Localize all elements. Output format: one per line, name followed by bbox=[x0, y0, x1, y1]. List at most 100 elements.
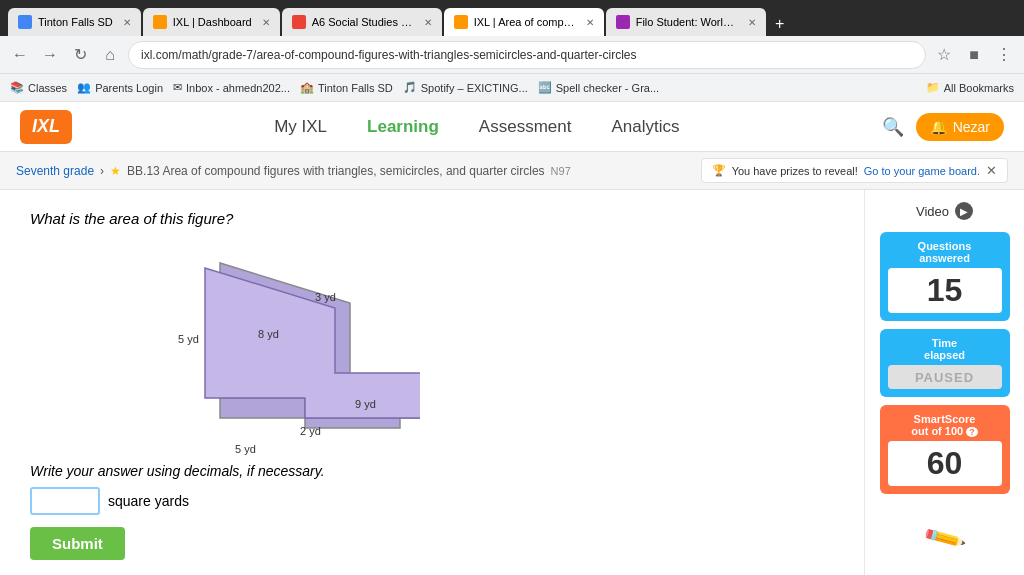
video-play-button[interactable]: ▶ bbox=[955, 202, 973, 220]
smartscore-widget: SmartScoreout of 100 ? 60 bbox=[880, 405, 1010, 494]
dim-2yd-bottom: 2 yd bbox=[300, 425, 321, 437]
tab-favicon-ixl bbox=[153, 15, 167, 29]
bookmark-tinton[interactable]: 🏫 Tinton Falls SD bbox=[300, 81, 393, 94]
prize-close-button[interactable]: ✕ bbox=[986, 163, 997, 178]
problem-area: What is the area of this figure? 3 yd 8 … bbox=[0, 190, 864, 575]
address-text: ixl.com/math/grade-7/area-of-compound-fi… bbox=[141, 48, 637, 62]
bookmark-label-tinton: Tinton Falls SD bbox=[318, 82, 393, 94]
bookmark-label-all: All Bookmarks bbox=[944, 82, 1014, 94]
ixl-nav: My IXL Learning Assessment Analytics bbox=[92, 117, 862, 137]
nav-my-ixl[interactable]: My IXL bbox=[274, 117, 327, 137]
tab-close-area[interactable]: ✕ bbox=[586, 17, 594, 28]
menu-button[interactable]: ⋮ bbox=[992, 43, 1016, 67]
forward-button[interactable]: → bbox=[38, 43, 62, 67]
time-status: PAUSED bbox=[915, 370, 974, 385]
browser-toolbar: ← → ↻ ⌂ ixl.com/math/grade-7/area-of-com… bbox=[0, 36, 1024, 74]
dim-8yd: 8 yd bbox=[258, 328, 279, 340]
ixl-logo[interactable]: IXL bbox=[20, 110, 72, 144]
address-bar[interactable]: ixl.com/math/grade-7/area-of-compound-fi… bbox=[128, 41, 926, 69]
main-figure bbox=[205, 268, 420, 418]
tab-close-filo[interactable]: ✕ bbox=[748, 17, 756, 28]
answer-unit: square yards bbox=[108, 493, 189, 509]
tab-favicon-social bbox=[292, 15, 306, 29]
smartscore-value: 60 bbox=[888, 441, 1002, 486]
bookmark-label-spell: Spell checker - Gra... bbox=[556, 82, 659, 94]
tab-favicon-area bbox=[454, 15, 468, 29]
tab-favicon-filo bbox=[616, 15, 630, 29]
bookmark-classes[interactable]: 📚 Classes bbox=[10, 81, 67, 94]
bookmark-icon-classes: 📚 bbox=[10, 81, 24, 94]
tab-label-ixl-dashboard: IXL | Dashboard bbox=[173, 16, 252, 28]
bookmark-inbox[interactable]: ✉ Inbox - ahmedn202... bbox=[173, 81, 290, 94]
figure-container: 3 yd 8 yd 2 yd 3 yd 5 yd 2 yd 9 yd 5 yd bbox=[60, 243, 410, 453]
extensions-button[interactable]: ■ bbox=[962, 43, 986, 67]
tab-ixl-dashboard[interactable]: IXL | Dashboard ✕ bbox=[143, 8, 280, 36]
tab-filo[interactable]: Filo Student: World's Onl... ✕ bbox=[606, 8, 766, 36]
dim-3yd-top: 3 yd bbox=[315, 291, 336, 303]
new-tab-button[interactable]: + bbox=[768, 12, 792, 36]
bookmark-label-inbox: Inbox - ahmedn202... bbox=[186, 82, 290, 94]
smartscore-label: SmartScoreout of 100 ? bbox=[888, 413, 1002, 437]
breadcrumb: Seventh grade › ★ BB.13 Area of compound… bbox=[0, 152, 1024, 190]
question-text: What is the area of this figure? bbox=[30, 210, 834, 227]
answer-input[interactable] bbox=[30, 487, 100, 515]
dim-5yd-left: 5 yd bbox=[178, 333, 199, 345]
bookmark-icon-tinton: 🏫 bbox=[300, 81, 314, 94]
video-label: Video bbox=[916, 204, 949, 219]
search-button[interactable]: 🔍 bbox=[882, 116, 904, 138]
breadcrumb-code: N97 bbox=[551, 165, 571, 177]
prize-trophy-icon: 🏆 bbox=[712, 164, 726, 177]
refresh-button[interactable]: ↻ bbox=[68, 43, 92, 67]
tab-label-area: IXL | Area of compound f... bbox=[474, 16, 576, 28]
tab-social[interactable]: A6 Social Studies 2023-2 ✕ bbox=[282, 8, 442, 36]
questions-widget: Questionsanswered 15 bbox=[880, 232, 1010, 321]
tab-close-social[interactable]: ✕ bbox=[424, 17, 432, 28]
breadcrumb-star-icon: ★ bbox=[110, 164, 121, 178]
nav-assessment[interactable]: Assessment bbox=[479, 117, 572, 137]
tab-tinton[interactable]: Tinton Falls SD ✕ bbox=[8, 8, 141, 36]
nav-learning[interactable]: Learning bbox=[367, 117, 439, 137]
bookmark-icon-inbox: ✉ bbox=[173, 81, 182, 94]
time-widget: Timeelapsed PAUSED bbox=[880, 329, 1010, 397]
bookmark-parents[interactable]: 👥 Parents Login bbox=[77, 81, 163, 94]
compound-figure-svg: 3 yd 8 yd 2 yd 3 yd 5 yd 2 yd 9 yd 5 yd bbox=[60, 243, 420, 458]
tab-bar: Tinton Falls SD ✕ IXL | Dashboard ✕ A6 S… bbox=[0, 0, 1024, 36]
star-button[interactable]: ☆ bbox=[932, 43, 956, 67]
answer-label: Write your answer using decimals, if nec… bbox=[30, 463, 834, 479]
bookmark-spotify[interactable]: 🎵 Spotify – EXICTING... bbox=[403, 81, 528, 94]
tab-close-ixl[interactable]: ✕ bbox=[262, 17, 270, 28]
smartscore-help-icon[interactable]: ? bbox=[966, 427, 978, 437]
sidebar: Video ▶ Questionsanswered 15 Timeelapsed… bbox=[864, 190, 1024, 575]
tab-label-tinton: Tinton Falls SD bbox=[38, 16, 113, 28]
back-button[interactable]: ← bbox=[8, 43, 32, 67]
submit-button[interactable]: Submit bbox=[30, 527, 125, 560]
breadcrumb-sep: › bbox=[100, 164, 104, 178]
dim-9yd: 9 yd bbox=[355, 398, 376, 410]
main-content: What is the area of this figure? 3 yd 8 … bbox=[0, 190, 1024, 575]
home-button[interactable]: ⌂ bbox=[98, 43, 122, 67]
bookmarks-bar: 📚 Classes 👥 Parents Login ✉ Inbox - ahme… bbox=[0, 74, 1024, 102]
prize-banner: 🏆 You have prizes to reveal! Go to your … bbox=[701, 158, 1008, 183]
pencil-area: ✏️ bbox=[927, 512, 962, 555]
answer-area: Write your answer using decimals, if nec… bbox=[30, 463, 834, 560]
time-widget-label: Timeelapsed bbox=[888, 337, 1002, 361]
tab-close-tinton[interactable]: ✕ bbox=[123, 17, 131, 28]
breadcrumb-grade[interactable]: Seventh grade bbox=[16, 164, 94, 178]
ixl-header: IXL My IXL Learning Assessment Analytics… bbox=[0, 102, 1024, 152]
bookmark-label-spotify: Spotify – EXICTING... bbox=[421, 82, 528, 94]
bookmark-all[interactable]: 📁 All Bookmarks bbox=[926, 81, 1014, 94]
user-menu-button[interactable]: 🔔 Nezar bbox=[916, 113, 1004, 141]
nav-analytics[interactable]: Analytics bbox=[611, 117, 679, 137]
time-status-box: PAUSED bbox=[888, 365, 1002, 389]
prize-text: You have prizes to reveal! bbox=[732, 165, 858, 177]
bookmark-spell[interactable]: 🔤 Spell checker - Gra... bbox=[538, 81, 659, 94]
dim-5yd-bottom: 5 yd bbox=[235, 443, 256, 455]
user-name: Nezar bbox=[953, 119, 990, 135]
tab-label-social: A6 Social Studies 2023-2 bbox=[312, 16, 414, 28]
questions-count: 15 bbox=[888, 268, 1002, 313]
prize-link[interactable]: Go to your game board. bbox=[864, 165, 980, 177]
tab-ixl-area[interactable]: IXL | Area of compound f... ✕ bbox=[444, 8, 604, 36]
bookmark-icon-spell: 🔤 bbox=[538, 81, 552, 94]
bookmark-label-parents: Parents Login bbox=[95, 82, 163, 94]
bookmark-icon-spotify: 🎵 bbox=[403, 81, 417, 94]
